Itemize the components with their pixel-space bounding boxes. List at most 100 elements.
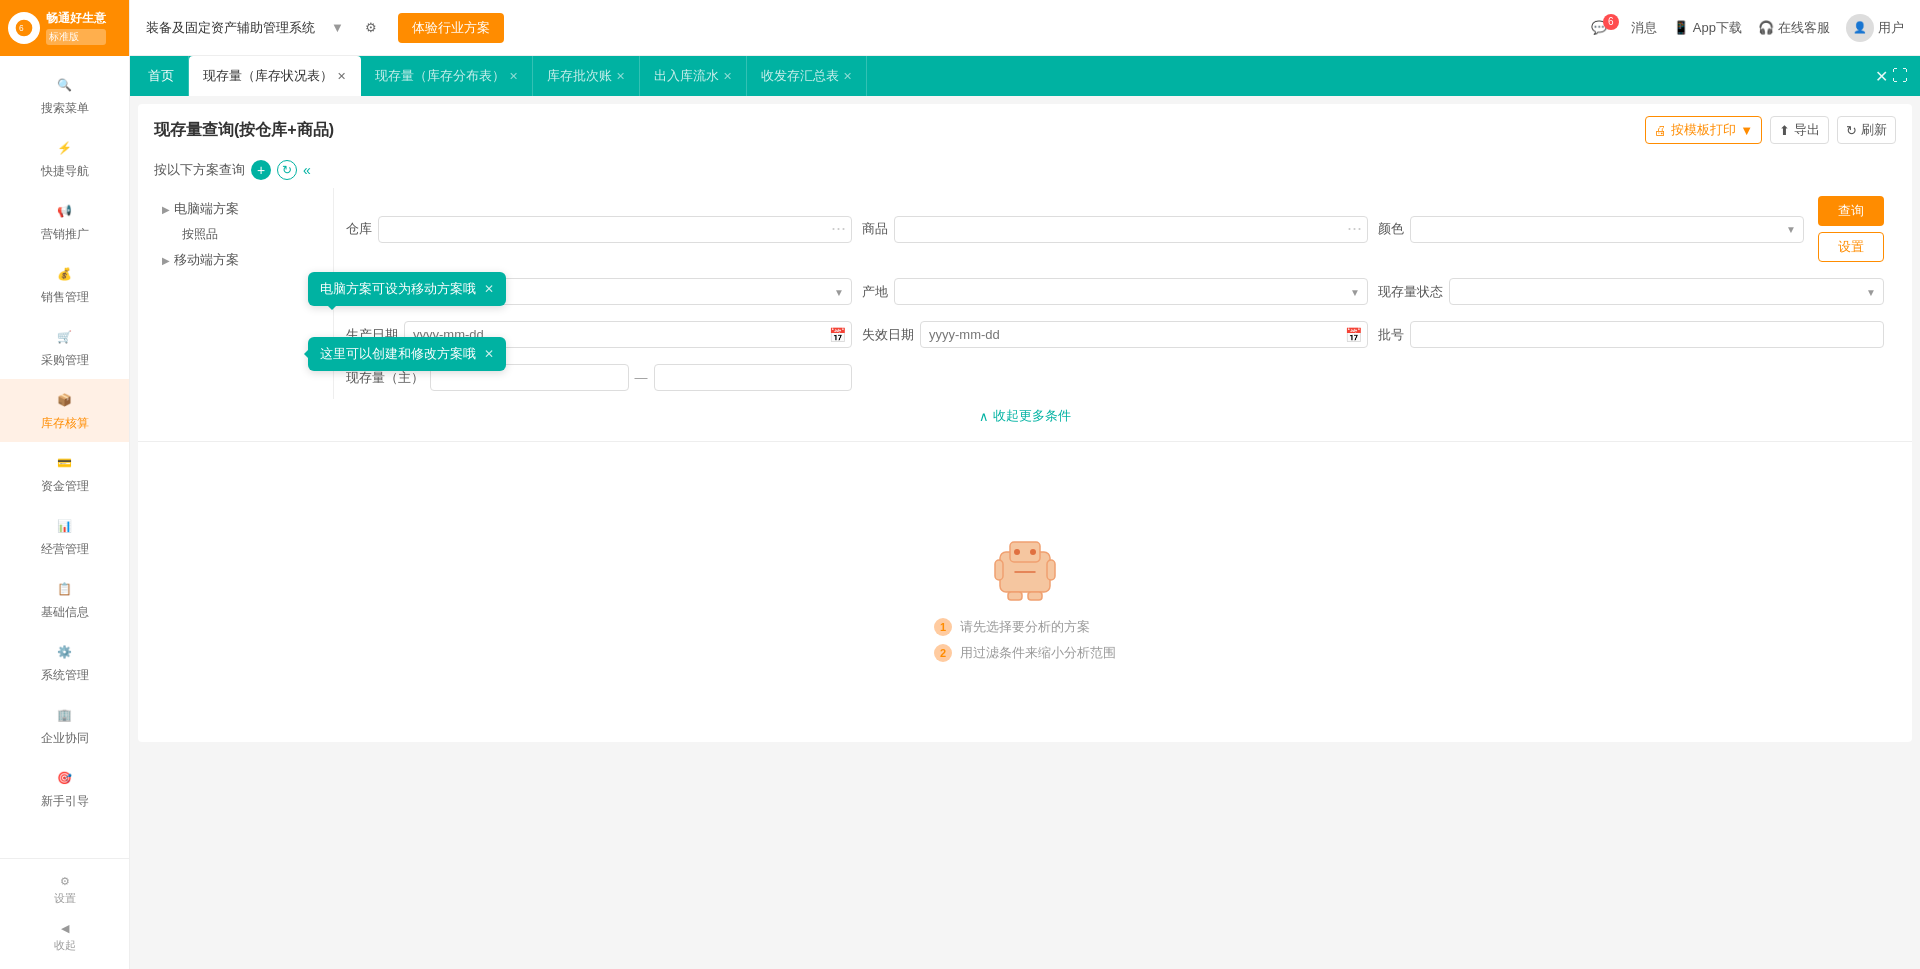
mobile-scheme-node[interactable]: ▶ 移动端方案 xyxy=(154,247,333,273)
page-title: 现存量查询(按仓库+商品) xyxy=(154,120,334,141)
filter-origin: 产地 ▼ xyxy=(862,278,1368,305)
sidebar-item-operation[interactable]: 📊 经营管理 xyxy=(0,505,129,568)
print-btn[interactable]: 🖨 按模板打印 ▼ xyxy=(1645,116,1762,144)
sidebar-item-nav[interactable]: ⚡ 快捷导航 xyxy=(0,127,129,190)
tab-batch-ledger-close[interactable]: ✕ xyxy=(616,70,625,83)
filter-fields: 仓库 ··· 商品 ··· xyxy=(334,188,1896,399)
tab-batch-ledger[interactable]: 库存批次账 ✕ xyxy=(533,56,640,96)
warehouse-dots[interactable]: ··· xyxy=(831,218,846,239)
sidebar-item-finance[interactable]: 💳 资金管理 xyxy=(0,442,129,505)
topbar: 装备及固定资产辅助管理系统 ▼ ⚙ 体验行业方案 💬 6 消息 📱 App下载 … xyxy=(130,0,1920,56)
query-btn[interactable]: 查询 xyxy=(1818,196,1884,226)
user-btn[interactable]: 👤 用户 xyxy=(1846,14,1904,42)
service-icon: 🎧 xyxy=(1758,20,1774,35)
filter-warehouse: 仓库 ··· xyxy=(346,196,852,262)
sidebar-settings[interactable]: ⚙ 设置 xyxy=(0,867,129,914)
pc-scheme-node[interactable]: ▶ 电脑端方案 xyxy=(154,196,333,222)
color-select[interactable] xyxy=(1410,216,1804,243)
tooltip-scheme-create: 这里可以创建和修改方案哦 ✕ xyxy=(308,337,506,371)
sidebar-item-search[interactable]: 🔍 搜索菜单 xyxy=(0,64,129,127)
refresh-btn[interactable]: ↻ 刷新 xyxy=(1837,116,1896,144)
origin-select[interactable] xyxy=(894,278,1368,305)
service-btn[interactable]: 🎧 在线客服 xyxy=(1758,19,1830,37)
logo-icon: 6 xyxy=(8,12,40,44)
sidebar-item-guide[interactable]: 🎯 新手引导 xyxy=(0,757,129,820)
tab-fullscreen[interactable]: ⛶ xyxy=(1892,67,1908,86)
filter-action-btns: 查询 设置 xyxy=(1818,196,1884,262)
pc-scheme-child-1[interactable]: 按照品 xyxy=(174,222,333,247)
goods-input[interactable] xyxy=(894,216,1368,243)
pc-scheme-arrow: ▶ xyxy=(162,204,170,215)
page-header: 现存量查询(按仓库+商品) 🖨 按模板打印 ▼ ⬆ 导出 ↻ 刷新 xyxy=(138,104,1912,152)
enterprise-icon: 🏢 xyxy=(54,704,76,726)
topbar-gear-button[interactable]: ⚙ xyxy=(356,13,386,43)
tooltip2-close[interactable]: ✕ xyxy=(484,347,494,361)
sidebar-collapse[interactable]: ◀ 收起 xyxy=(0,914,129,961)
basic-icon: 📋 xyxy=(54,578,76,600)
sidebar-item-inventory[interactable]: 📦 库存核算 xyxy=(0,379,129,442)
app-icon: 📱 xyxy=(1673,20,1689,35)
tab-inventory-dist-close[interactable]: ✕ xyxy=(509,70,518,83)
tooltip1-close[interactable]: ✕ xyxy=(484,282,494,296)
tab-close-all[interactable]: ✕ xyxy=(1875,67,1888,86)
filter-row-2: 尺码 ▼ 产地 ▼ xyxy=(346,270,1884,313)
scheme-tree-panel: ▶ 电脑端方案 按照品 ▶ 移动端方案 xyxy=(154,188,334,399)
tab-inventory-status[interactable]: 现存量（库存状况表） ✕ xyxy=(189,56,361,96)
warehouse-input[interactable] xyxy=(378,216,852,243)
svg-rect-7 xyxy=(1047,560,1055,580)
filter-row-1: 仓库 ··· 商品 ··· xyxy=(346,188,1884,270)
message-btn[interactable]: 💬 6 消息 xyxy=(1591,19,1657,37)
filter-row-3: 生产日期 📅 失效日期 📅 xyxy=(346,313,1884,356)
logo-badge: 标准版 xyxy=(46,29,106,45)
trial-btn[interactable]: 体验行业方案 xyxy=(398,13,504,43)
stock-main-max[interactable] xyxy=(654,364,853,391)
tab-receive-summary-close[interactable]: ✕ xyxy=(843,70,852,83)
sidebar-item-system[interactable]: ⚙️ 系统管理 xyxy=(0,631,129,694)
sidebar-item-marketing[interactable]: 📢 营销推广 xyxy=(0,190,129,253)
svg-rect-8 xyxy=(1008,592,1022,600)
filter-color: 颜色 ▼ 查询 设置 xyxy=(1378,196,1884,262)
sidebar-item-sales[interactable]: 💰 销售管理 xyxy=(0,253,129,316)
expire-date-input[interactable] xyxy=(920,321,1368,348)
app-download-btn[interactable]: 📱 App下载 xyxy=(1673,19,1742,37)
message-badge: 6 xyxy=(1603,14,1619,30)
collapse-up-icon: ∧ xyxy=(979,409,989,424)
export-btn[interactable]: ⬆ 导出 xyxy=(1770,116,1829,144)
svg-point-5 xyxy=(1030,549,1036,555)
tab-receive-summary[interactable]: 收发存汇总表 ✕ xyxy=(747,56,867,96)
collapse-icon: ◀ xyxy=(61,922,69,935)
collapse-bar[interactable]: ∧ 收起更多条件 xyxy=(154,399,1896,433)
filter-add-btn[interactable]: + xyxy=(251,160,271,180)
batch-input[interactable] xyxy=(1410,321,1884,348)
content-area: 现存量查询(按仓库+商品) 🖨 按模板打印 ▼ ⬆ 导出 ↻ 刷新 xyxy=(138,104,1912,742)
user-avatar: 👤 xyxy=(1846,14,1874,42)
goods-dots[interactable]: ··· xyxy=(1347,218,1362,239)
tab-home[interactable]: 首页 xyxy=(134,56,189,96)
filter-label-row: 按以下方案查询 + ↻ « 电脑方案可设为移动方案哦 ✕ 这里可以创建和修改方案… xyxy=(154,160,1896,180)
operation-icon: 📊 xyxy=(54,515,76,537)
tab-inventory-status-close[interactable]: ✕ xyxy=(337,70,346,83)
set-btn[interactable]: 设置 xyxy=(1818,232,1884,262)
svg-text:6: 6 xyxy=(19,23,24,33)
main-area: 装备及固定资产辅助管理系统 ▼ ⚙ 体验行业方案 💬 6 消息 📱 App下载 … xyxy=(130,0,1920,969)
topbar-right: 💬 6 消息 📱 App下载 🎧 在线客服 👤 用户 xyxy=(1591,14,1904,42)
produce-date-calendar-icon[interactable]: 📅 xyxy=(829,327,846,343)
sales-icon: 💰 xyxy=(54,263,76,285)
tab-in-out-flow-close[interactable]: ✕ xyxy=(723,70,732,83)
sidebar-item-basic[interactable]: 📋 基础信息 xyxy=(0,568,129,631)
filter-goods: 商品 ··· xyxy=(862,196,1368,262)
sidebar-item-enterprise[interactable]: 🏢 企业协同 xyxy=(0,694,129,757)
tab-inventory-dist[interactable]: 现存量（库存分布表） ✕ xyxy=(361,56,533,96)
sidebar-nav: 🔍 搜索菜单 ⚡ 快捷导航 📢 营销推广 💰 销售管理 🛒 采购管理 📦 库存核… xyxy=(0,56,129,858)
filter-prev-arrow[interactable]: « xyxy=(303,162,311,178)
tab-in-out-flow[interactable]: 出入库流水 ✕ xyxy=(640,56,747,96)
filter-refresh-btn[interactable]: ↻ xyxy=(277,160,297,180)
empty-illustration xyxy=(975,522,1075,602)
system-name: 装备及固定资产辅助管理系统 xyxy=(146,19,315,37)
expire-date-calendar-icon[interactable]: 📅 xyxy=(1345,327,1362,343)
stock-status-select[interactable] xyxy=(1449,278,1884,305)
sidebar-item-purchase[interactable]: 🛒 采购管理 xyxy=(0,316,129,379)
marketing-icon: 📢 xyxy=(54,200,76,222)
page-content: 现存量查询(按仓库+商品) 🖨 按模板打印 ▼ ⬆ 导出 ↻ 刷新 xyxy=(130,96,1920,969)
refresh-icon: ↻ xyxy=(1846,123,1857,138)
